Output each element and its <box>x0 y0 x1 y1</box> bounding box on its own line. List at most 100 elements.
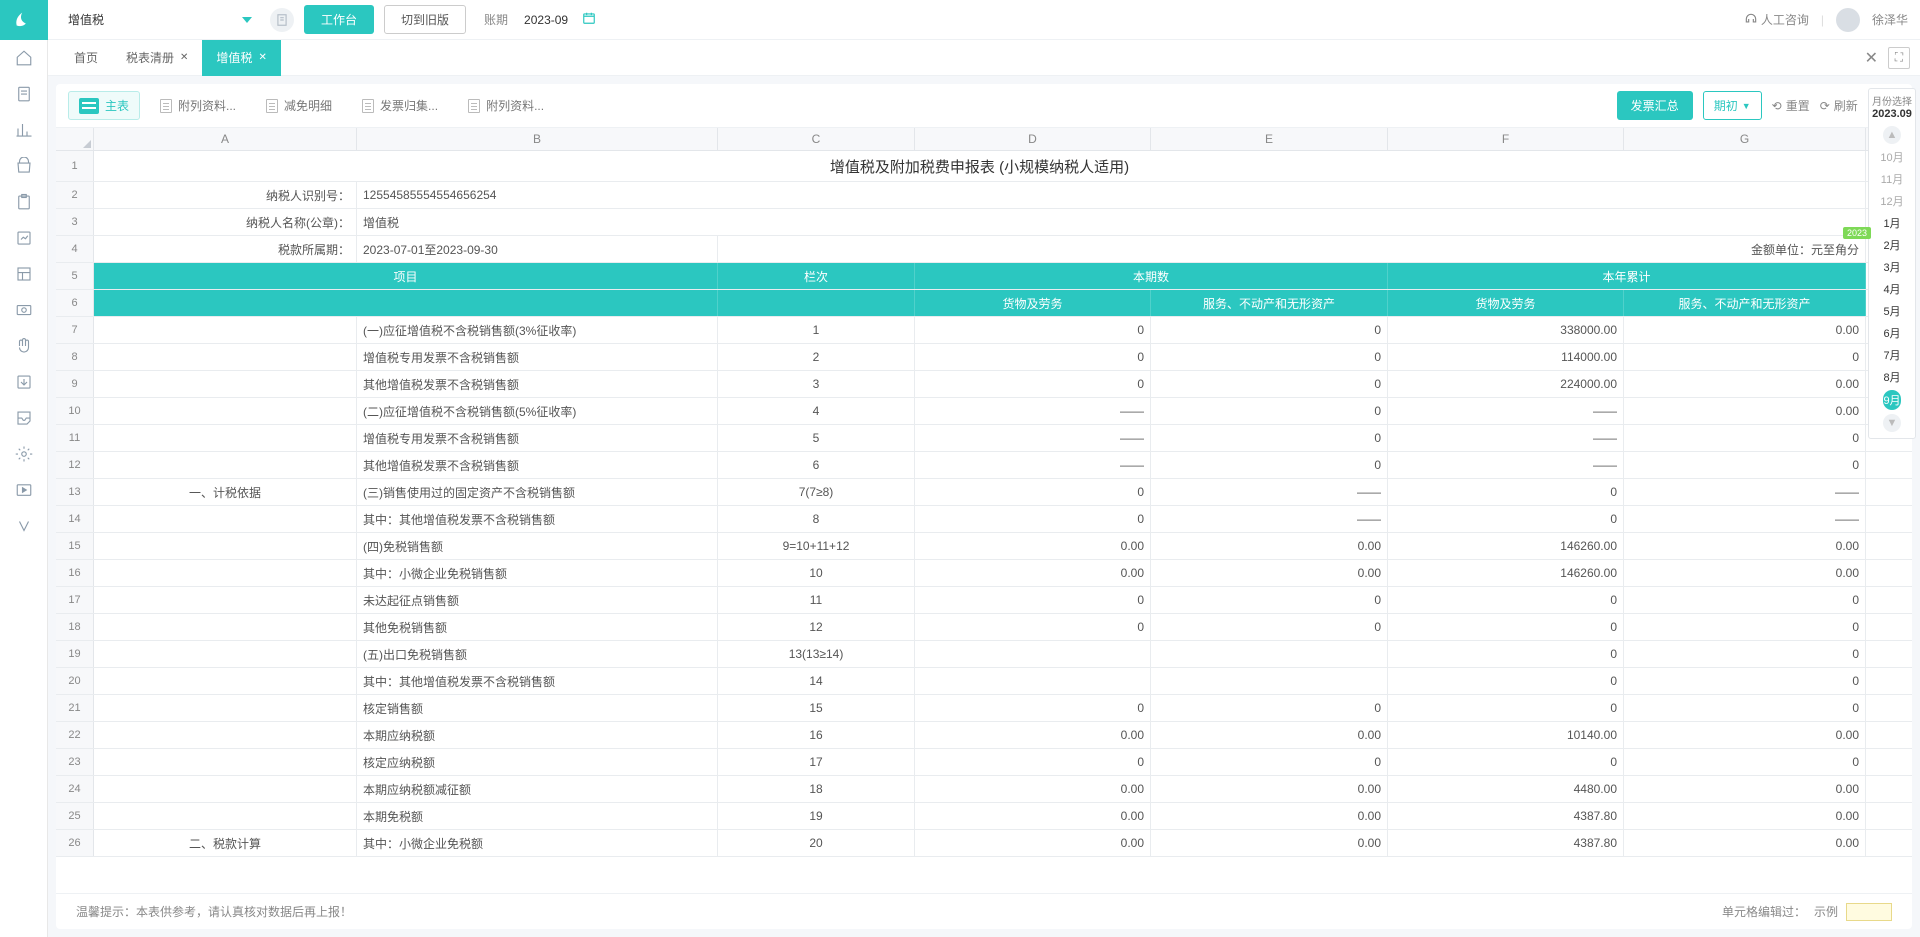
current-goods[interactable]: 0 <box>915 506 1151 532</box>
year-services[interactable]: 0 <box>1624 452 1866 478</box>
close-icon[interactable]: ✕ <box>180 52 188 63</box>
current-services[interactable]: —— <box>1151 479 1388 505</box>
subtab-invoice[interactable]: 发票归集... <box>352 92 448 119</box>
current-services[interactable] <box>1151 641 1388 667</box>
subtab-attach1[interactable]: 附列资料... <box>150 92 246 119</box>
year-goods[interactable]: 0 <box>1388 587 1624 613</box>
current-goods[interactable]: 0 <box>915 614 1151 640</box>
close-icon[interactable]: ✕ <box>258 52 266 63</box>
row-header[interactable]: 11 <box>56 425 94 451</box>
year-services[interactable]: 0.00 <box>1624 830 1866 856</box>
company-dropdown[interactable]: 增值税 <box>60 7 260 32</box>
current-services[interactable]: 0 <box>1151 317 1388 343</box>
row-header[interactable]: 2 <box>56 182 94 208</box>
current-goods[interactable]: 0.00 <box>915 722 1151 748</box>
current-services[interactable]: 0 <box>1151 587 1388 613</box>
year-goods[interactable]: —— <box>1388 398 1624 424</box>
year-goods[interactable]: 146260.00 <box>1388 560 1624 586</box>
invoice-summary-button[interactable]: 发票汇总 <box>1617 91 1693 120</box>
month-item[interactable]: 9月 <box>1883 390 1900 410</box>
current-goods[interactable]: 0 <box>915 695 1151 721</box>
current-services[interactable]: 0.00 <box>1151 803 1388 829</box>
current-goods[interactable]: 0 <box>915 371 1151 397</box>
year-services[interactable]: 0 <box>1624 614 1866 640</box>
year-goods[interactable]: 4387.80 <box>1388 830 1624 856</box>
year-services[interactable]: 0.00 <box>1624 776 1866 802</box>
period-init-dropdown[interactable]: 期初▼ <box>1703 91 1762 120</box>
year-goods[interactable]: 0 <box>1388 506 1624 532</box>
subtab-attach2[interactable]: 附列资料... <box>458 92 554 119</box>
year-goods[interactable]: 0 <box>1388 641 1624 667</box>
current-goods[interactable]: —— <box>915 452 1151 478</box>
current-goods[interactable] <box>915 668 1151 694</box>
month-item[interactable]: 3月 <box>1877 256 1906 278</box>
year-goods[interactable]: 0 <box>1388 749 1624 775</box>
current-goods[interactable]: 0.00 <box>915 830 1151 856</box>
year-goods[interactable]: 4480.00 <box>1388 776 1624 802</box>
user-name[interactable]: 徐泽华 <box>1872 11 1908 28</box>
month-item[interactable]: 6月 <box>1877 322 1906 344</box>
current-services[interactable]: 0 <box>1151 371 1388 397</box>
row-header[interactable]: 16 <box>56 560 94 586</box>
spreadsheet[interactable]: A B C D E F G 1增值税及附加税费申报表 (小规模纳税人适用) 2纳… <box>56 128 1912 893</box>
current-goods[interactable]: 0.00 <box>915 803 1151 829</box>
row-header[interactable]: 6 <box>56 290 94 316</box>
current-goods[interactable]: —— <box>915 398 1151 424</box>
period-value[interactable]: 2023-09 <box>524 13 568 27</box>
row-header[interactable]: 3 <box>56 209 94 235</box>
row-header[interactable]: 21 <box>56 695 94 721</box>
row-header[interactable]: 19 <box>56 641 94 667</box>
current-services[interactable]: 0 <box>1151 398 1388 424</box>
year-services[interactable]: 0 <box>1624 587 1866 613</box>
year-services[interactable]: 0 <box>1624 695 1866 721</box>
nav-home-icon[interactable] <box>0 40 48 76</box>
workbench-button[interactable]: 工作台 <box>304 5 374 34</box>
refresh-button[interactable]: ⟳刷新 <box>1820 97 1858 114</box>
month-item[interactable]: 1月 <box>1877 212 1906 234</box>
row-header[interactable]: 25 <box>56 803 94 829</box>
year-services[interactable]: 0.00 <box>1624 722 1866 748</box>
current-services[interactable] <box>1151 668 1388 694</box>
month-item[interactable]: 7月 <box>1877 344 1906 366</box>
year-services[interactable]: 0 <box>1624 344 1866 370</box>
year-services[interactable]: 0.00 <box>1624 533 1866 559</box>
app-logo[interactable] <box>0 0 48 40</box>
year-goods[interactable]: 4387.80 <box>1388 803 1624 829</box>
year-goods[interactable]: —— <box>1388 452 1624 478</box>
tab-home[interactable]: 首页 <box>60 40 112 76</box>
nav-video-icon[interactable] <box>0 472 48 508</box>
year-services[interactable]: 0 <box>1624 668 1866 694</box>
col-header[interactable]: G <box>1624 128 1866 150</box>
nav-export-icon[interactable] <box>0 364 48 400</box>
close-all-icon[interactable]: ✕ <box>1865 48 1878 68</box>
current-services[interactable]: 0.00 <box>1151 776 1388 802</box>
year-services[interactable]: 0.00 <box>1624 317 1866 343</box>
col-header[interactable]: F <box>1388 128 1624 150</box>
nav-settings-icon[interactable] <box>0 436 48 472</box>
year-goods[interactable]: 0 <box>1388 479 1624 505</box>
row-header[interactable]: 9 <box>56 371 94 397</box>
tab-tax-list[interactable]: 税表清册✕ <box>112 40 202 76</box>
row-header[interactable]: 8 <box>56 344 94 370</box>
year-goods[interactable]: 0 <box>1388 695 1624 721</box>
tab-vat[interactable]: 增值税✕ <box>202 40 280 76</box>
year-services[interactable]: 0.00 <box>1624 560 1866 586</box>
current-goods[interactable]: 0.00 <box>915 533 1151 559</box>
subtab-reduce[interactable]: 减免明细 <box>256 92 342 119</box>
current-goods[interactable]: —— <box>915 425 1151 451</box>
year-services[interactable]: 0 <box>1624 425 1866 451</box>
year-services[interactable]: 0.00 <box>1624 398 1866 424</box>
row-header[interactable]: 15 <box>56 533 94 559</box>
month-item[interactable]: 11月 <box>1877 168 1906 190</box>
current-goods[interactable]: 0 <box>915 479 1151 505</box>
year-services[interactable]: —— <box>1624 479 1866 505</box>
nav-layout-icon[interactable] <box>0 256 48 292</box>
row-header[interactable]: 26 <box>56 830 94 856</box>
fullscreen-icon[interactable]: ⛶ <box>1888 47 1910 69</box>
nav-inbox-icon[interactable] <box>0 400 48 436</box>
history-icon[interactable] <box>270 8 294 32</box>
row-header[interactable]: 20 <box>56 668 94 694</box>
current-goods[interactable]: 0 <box>915 317 1151 343</box>
current-services[interactable]: 0.00 <box>1151 533 1388 559</box>
current-goods[interactable]: 0 <box>915 749 1151 775</box>
